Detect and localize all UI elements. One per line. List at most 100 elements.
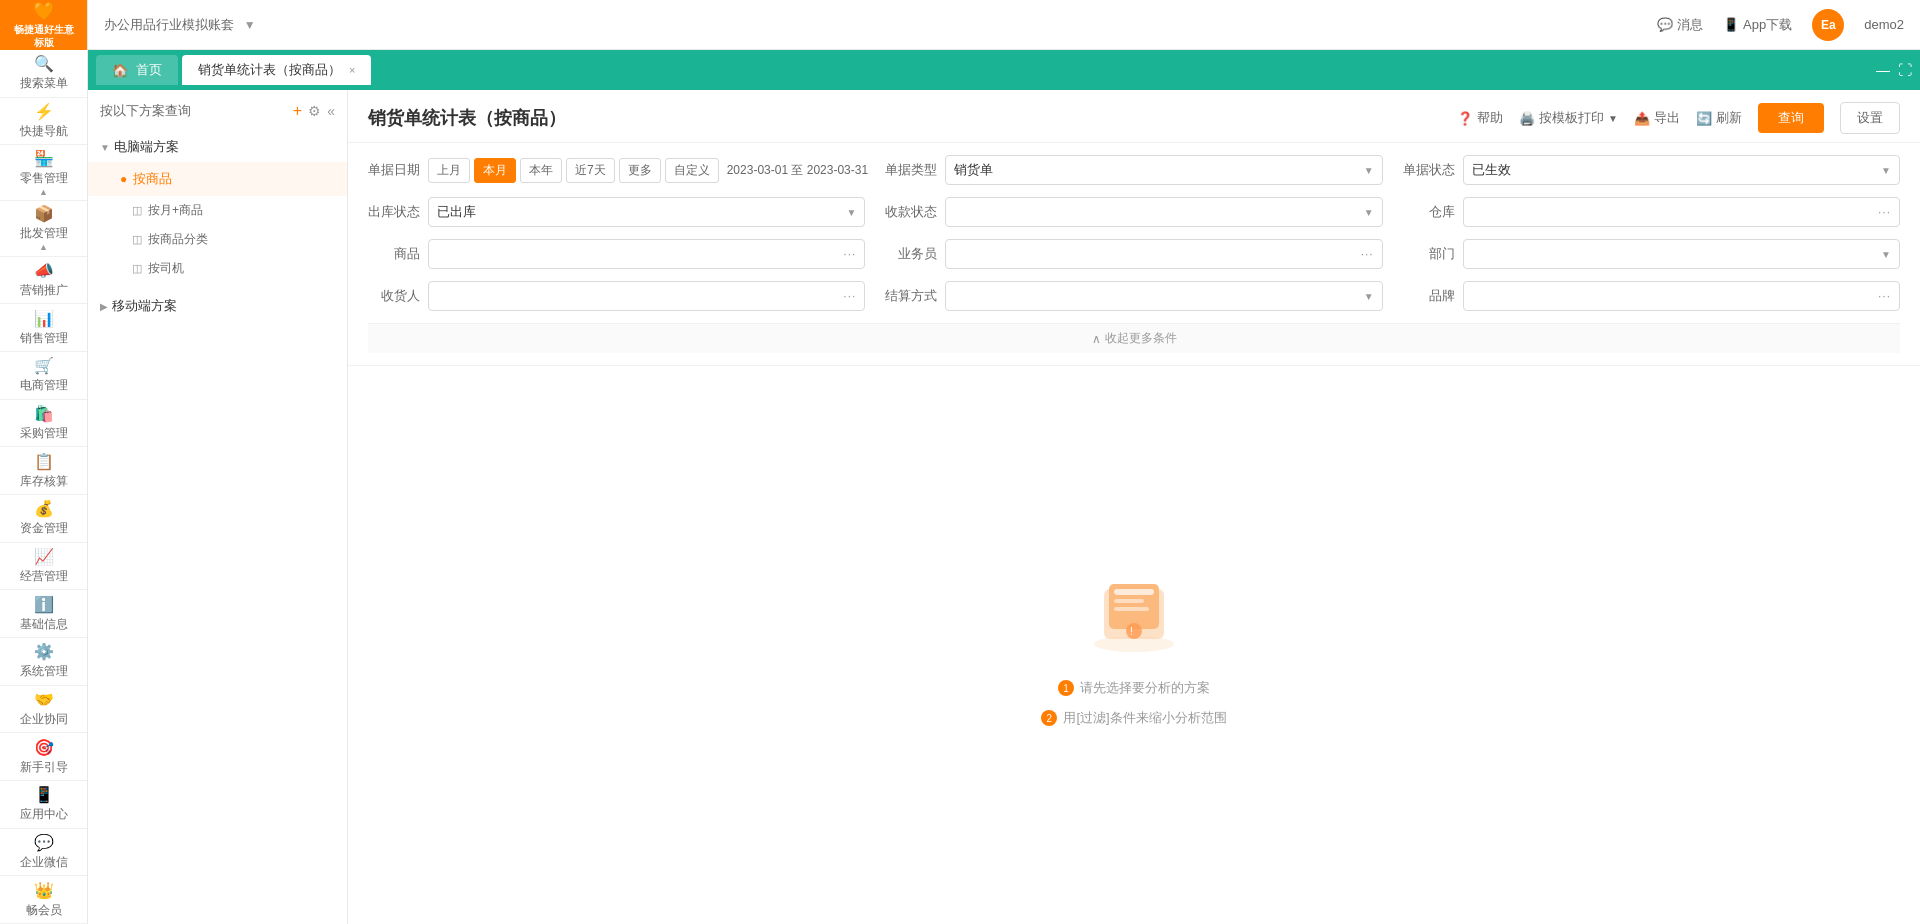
sidebar-item-inventory[interactable]: 📋 库存核算 xyxy=(0,447,87,495)
export-icon: 📤 xyxy=(1634,111,1650,126)
maximize-icon[interactable]: ⛶ xyxy=(1898,62,1912,78)
quick-nav-icon: ⚡ xyxy=(34,102,54,121)
print-btn[interactable]: 🖨️ 按模板打印 ▼ xyxy=(1519,109,1618,127)
tab-sales-report[interactable]: 销货单统计表（按商品） × xyxy=(182,55,371,85)
query-button[interactable]: 查询 xyxy=(1758,103,1824,133)
sidebar-item-basic-info[interactable]: ℹ️ 基础信息 xyxy=(0,590,87,638)
sidebar-item-member-label: 畅会员 xyxy=(26,902,62,919)
dropdown-arrow-icon[interactable]: ▼ xyxy=(244,18,256,32)
date-btn-this-month[interactable]: 本月 xyxy=(474,158,516,183)
salesperson-label: 业务员 xyxy=(885,245,945,263)
sidebar-item-operations[interactable]: 📈 经营管理 xyxy=(0,543,87,591)
collapse-more-btn[interactable]: ∧ 收起更多条件 xyxy=(368,323,1900,353)
sidebar-item-newbie[interactable]: 🎯 新手引导 xyxy=(0,733,87,781)
date-btn-more[interactable]: 更多 xyxy=(619,158,661,183)
settings-button[interactable]: 设置 xyxy=(1840,102,1900,134)
receiver-select[interactable]: ··· xyxy=(428,281,865,311)
sidebar-item-ecommerce[interactable]: 🛒 电商管理 xyxy=(0,352,87,400)
empty-illustration: ! xyxy=(1074,559,1194,659)
newbie-icon: 🎯 xyxy=(34,738,54,757)
logo-icon: 🧡 xyxy=(33,0,55,22)
right-content: 销货单统计表（按商品） ❓ 帮助 🖨️ 按模板打印 ▼ 📤 导出 xyxy=(348,90,1920,924)
sidebar-item-search[interactable]: 🔍 搜索菜单 xyxy=(0,50,87,98)
department-select[interactable]: ▼ xyxy=(1463,239,1900,269)
left-panel-header: 按以下方案查询 + ⚙ « xyxy=(88,102,347,128)
product-dots-icon: ··· xyxy=(843,247,856,261)
add-scheme-icon[interactable]: + xyxy=(293,102,302,120)
date-btn-custom[interactable]: 自定义 xyxy=(665,158,719,183)
warehouse-select[interactable]: ··· xyxy=(1463,197,1900,227)
product-select[interactable]: ··· xyxy=(428,239,865,269)
sidebar-item-retail[interactable]: 🏪 零售管理 ▲ xyxy=(0,145,87,201)
out-status-select[interactable]: 已出库 ▼ xyxy=(428,197,865,227)
scheme-group-mobile-title[interactable]: ▶ 移动端方案 xyxy=(88,291,347,321)
sidebar-item-wholesale-label: 批发管理 xyxy=(20,225,68,242)
sidebar-item-member[interactable]: 👑 畅会员 xyxy=(0,876,87,924)
doc-status-select[interactable]: 已生效 ▼ xyxy=(1463,155,1900,185)
scheme-sub-item-by-machine[interactable]: ◫ 按司机 xyxy=(88,254,347,283)
sub-item-icon-2: ◫ xyxy=(132,233,142,246)
out-status-label: 出库状态 xyxy=(368,203,428,221)
minimize-icon[interactable]: — xyxy=(1876,62,1890,78)
app-download-btn[interactable]: 📱 App下载 xyxy=(1723,16,1792,34)
scheme-item-by-product-label: 按商品 xyxy=(133,170,172,188)
sub-item-icon-3: ◫ xyxy=(132,262,142,275)
print-dropdown-icon[interactable]: ▼ xyxy=(1608,113,1618,124)
scheme-sub-item-by-month-product[interactable]: ◫ 按月+商品 xyxy=(88,196,347,225)
receiver-control: ··· xyxy=(428,281,865,311)
filter-item-doc-status: 单据状态 已生效 ▼ xyxy=(1403,155,1900,185)
scheme-item-by-product[interactable]: ● 按商品 xyxy=(88,162,347,196)
date-btn-7days[interactable]: 近7天 xyxy=(566,158,615,183)
sidebar-item-sales-label: 销售管理 xyxy=(20,330,68,347)
svg-rect-5 xyxy=(1114,607,1149,611)
doc-type-select[interactable]: 销货单 ▼ xyxy=(945,155,1382,185)
salesperson-select[interactable]: ··· xyxy=(945,239,1382,269)
scheme-group-mobile: ▶ 移动端方案 xyxy=(88,287,347,325)
sidebar-item-retail-label: 零售管理 xyxy=(20,170,68,187)
export-btn[interactable]: 📤 导出 xyxy=(1634,109,1680,127)
sidebar-item-finance[interactable]: 💰 资金管理 xyxy=(0,495,87,543)
sidebar-item-wholesale[interactable]: 📦 批发管理 ▲ xyxy=(0,201,87,257)
sidebar-item-enterprise-wechat[interactable]: 💬 企业微信 xyxy=(0,829,87,877)
scheme-sub-item-by-category[interactable]: ◫ 按商品分类 xyxy=(88,225,347,254)
settlement-control: ▼ xyxy=(945,281,1382,311)
sidebar-item-sales[interactable]: 📊 销售管理 xyxy=(0,304,87,352)
sidebar-item-app-center[interactable]: 📱 应用中心 xyxy=(0,781,87,829)
department-arrow-icon: ▼ xyxy=(1881,249,1891,260)
product-control: ··· xyxy=(428,239,865,269)
basic-info-icon: ℹ️ xyxy=(34,595,54,614)
tab-close-icon[interactable]: × xyxy=(349,64,355,76)
tab-active-label: 销货单统计表（按商品） xyxy=(198,61,341,79)
date-btn-last-month[interactable]: 上月 xyxy=(428,158,470,183)
finance-icon: 💰 xyxy=(34,499,54,518)
sidebar-item-purchase[interactable]: 🛍️ 采购管理 xyxy=(0,400,87,448)
message-label: 消息 xyxy=(1677,16,1703,34)
receipt-status-select[interactable]: ▼ xyxy=(945,197,1382,227)
date-btn-this-year[interactable]: 本年 xyxy=(520,158,562,183)
print-label: 按模板打印 xyxy=(1539,109,1604,127)
collapse-panel-icon[interactable]: « xyxy=(327,103,335,119)
sidebar-item-marketing[interactable]: 📣 营销推广 xyxy=(0,257,87,305)
tab-home[interactable]: 🏠 首页 xyxy=(96,55,178,85)
doc-status-label: 单据状态 xyxy=(1403,161,1463,179)
scheme-group-pc: ▼ 电脑端方案 ● 按商品 ◫ 按月+商品 ◫ 按商品分类 ◫ 按司机 xyxy=(88,128,347,287)
filter-row-2: 出库状态 已出库 ▼ 收款状态 ▼ xyxy=(368,197,1900,227)
scheme-settings-icon[interactable]: ⚙ xyxy=(308,103,321,119)
brand-select[interactable]: ··· xyxy=(1463,281,1900,311)
message-btn[interactable]: 💬 消息 xyxy=(1657,16,1703,34)
warehouse-control: ··· xyxy=(1463,197,1900,227)
active-item-icon: ● xyxy=(120,172,127,186)
sidebar-item-quick-nav[interactable]: ⚡ 快捷导航 xyxy=(0,98,87,146)
sidebar-item-purchase-label: 采购管理 xyxy=(20,425,68,442)
sidebar-item-marketing-label: 营销推广 xyxy=(20,282,68,299)
scheme-group-pc-title[interactable]: ▼ 电脑端方案 xyxy=(88,132,347,162)
svg-point-6 xyxy=(1126,623,1142,639)
refresh-btn[interactable]: 🔄 刷新 xyxy=(1696,109,1742,127)
settlement-select[interactable]: ▼ xyxy=(945,281,1382,311)
tip-num-2: 2 xyxy=(1041,710,1057,726)
username: demo2 xyxy=(1864,17,1904,32)
sidebar-item-system[interactable]: ⚙️ 系统管理 xyxy=(0,638,87,686)
sidebar-item-enterprise[interactable]: 🤝 企业协同 xyxy=(0,686,87,734)
avatar[interactable]: Ea xyxy=(1812,9,1844,41)
help-btn[interactable]: ❓ 帮助 xyxy=(1457,109,1503,127)
